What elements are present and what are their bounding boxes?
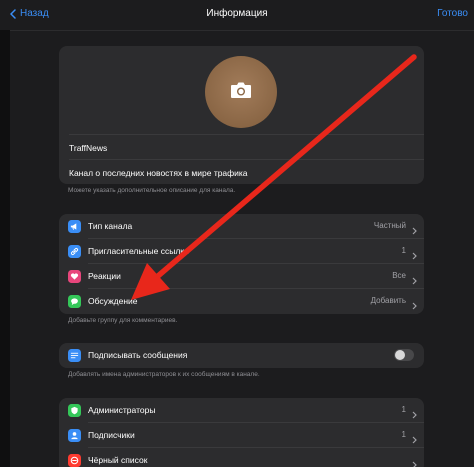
megaphone-icon (68, 220, 81, 233)
description-hint: Можете указать дополнительное описание д… (68, 187, 236, 194)
toggle-knob (395, 350, 405, 360)
discussion-hint: Добавьте группу для комментариев. (68, 317, 178, 324)
row-label: Обсуждение (88, 296, 138, 306)
people-icon (68, 429, 81, 442)
row-label: Реакции (88, 271, 121, 281)
row-value: Все (392, 271, 406, 280)
row-label: Чёрный список (88, 455, 148, 465)
split-view-edge (0, 0, 10, 467)
administrators-row[interactable]: Администраторы 1 (59, 398, 424, 423)
invite-links-row[interactable]: Пригласительные ссылки 1 (59, 239, 424, 264)
signature-icon (68, 349, 81, 362)
subscribers-row[interactable]: Подписчики 1 (59, 423, 424, 448)
chevron-right-icon (412, 297, 417, 314)
row-label: Подписчики (88, 430, 135, 440)
chat-bubbles-icon (68, 295, 81, 308)
chevron-right-icon (412, 456, 417, 467)
members-card: Администраторы 1 Подписчики 1 Чёрный спи… (59, 398, 424, 467)
block-icon (68, 454, 81, 467)
profile-card: TraffNews Канал о последних новостях в м… (59, 46, 424, 184)
channel-name-field[interactable]: TraffNews (69, 143, 424, 153)
page-title: Информация (206, 8, 268, 19)
signatures-card: Подписывать сообщения (59, 343, 424, 368)
row-value: 1 (401, 246, 406, 255)
row-value: Частный (373, 221, 406, 230)
signatures-hint: Добавлять имена администраторов к их соо… (68, 371, 260, 378)
row-label: Администраторы (88, 405, 156, 415)
channel-description-field[interactable]: Канал о последних новостях в мире трафик… (69, 168, 424, 178)
sign-messages-toggle[interactable] (394, 349, 414, 361)
row-label: Пригласительные ссылки (88, 246, 189, 256)
row-label: Подписывать сообщения (88, 350, 188, 360)
blacklist-row[interactable]: Чёрный список (59, 448, 424, 467)
row-label: Тип канала (88, 221, 133, 231)
heart-icon (68, 270, 81, 283)
row-value: 1 (401, 430, 406, 439)
discussion-row[interactable]: Обсуждение Добавить (59, 289, 424, 314)
done-button[interactable]: Готово (437, 8, 468, 19)
shield-icon (68, 404, 81, 417)
row-value: 1 (401, 405, 406, 414)
channel-type-row[interactable]: Тип канала Частный (59, 214, 424, 239)
reactions-row[interactable]: Реакции Все (59, 264, 424, 289)
navigation-bar: Назад Информация Готово (0, 0, 474, 30)
divider (69, 134, 424, 135)
avatar-picker[interactable] (205, 56, 277, 128)
link-icon (68, 245, 81, 258)
row-value: Добавить (370, 296, 406, 305)
sign-messages-row: Подписывать сообщения (59, 343, 424, 368)
channel-settings-card: Тип канала Частный Пригласительные ссылк… (59, 214, 424, 314)
camera-icon (230, 81, 252, 104)
divider (10, 30, 474, 31)
divider (69, 159, 424, 160)
